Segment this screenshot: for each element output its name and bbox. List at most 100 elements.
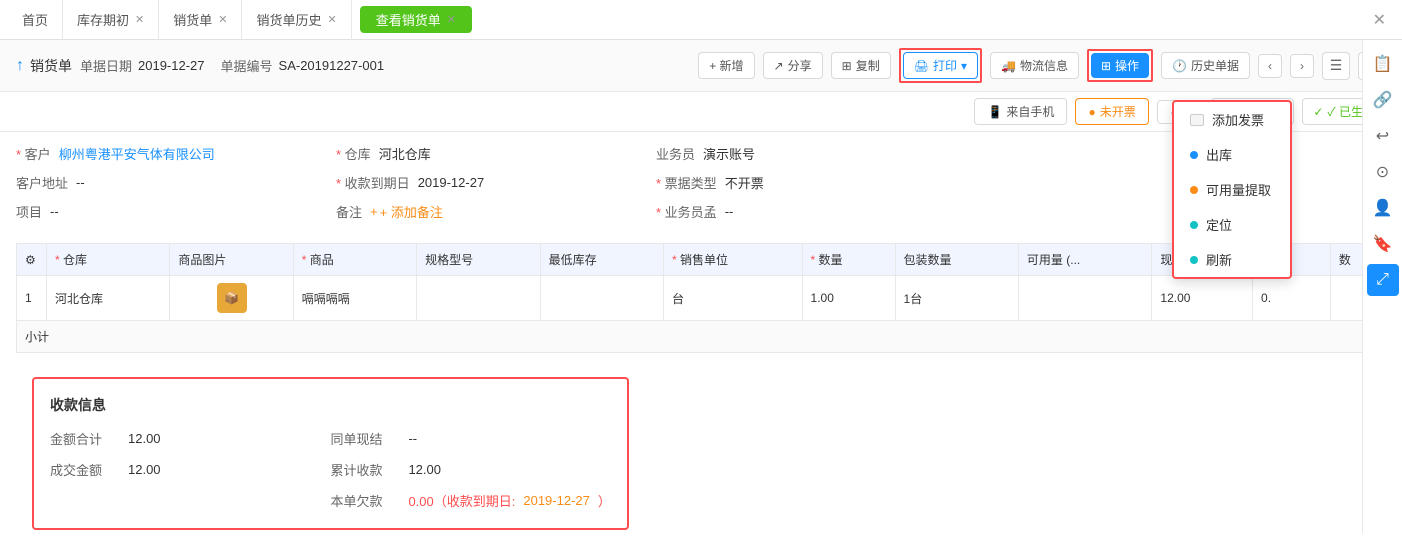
staff2-value: --: [725, 204, 734, 219]
doc-header: ↑ 销货单 单据日期 2019-12-27 单据编号 SA-20191227-0…: [0, 40, 1402, 92]
refresh-dot: [1190, 256, 1198, 264]
number-value: SA-20191227-001: [279, 58, 385, 73]
history-icon: 🕐: [1172, 59, 1187, 73]
grid-icon: ⊞: [1101, 59, 1111, 73]
row-price: 0.: [1253, 276, 1331, 321]
note-field: 备注 + + 添加备注: [336, 202, 616, 221]
print-highlight: 🖨 打印 ▾: [899, 48, 982, 83]
payment-title: 收款信息: [50, 395, 611, 415]
close-inventory-tab[interactable]: ✕: [135, 13, 144, 26]
date-label: 单据日期: [80, 56, 132, 75]
tab-sales[interactable]: 销货单 ✕: [159, 0, 242, 40]
ticket-value: 不开票: [725, 173, 764, 192]
col-available: 可用量 (...: [1018, 244, 1152, 276]
col-image: 商品图片: [170, 244, 293, 276]
tab-view-sales[interactable]: 查看销货单 ✕: [360, 6, 472, 33]
doc-meta: 单据日期 2019-12-27 单据编号 SA-20191227-001: [80, 56, 690, 75]
print-button[interactable]: 🖨 打印 ▾: [903, 52, 978, 79]
col-warehouse: * 仓库: [47, 244, 170, 276]
doc-date-field: 单据日期 2019-12-27: [80, 56, 205, 75]
locate-dot: [1190, 221, 1198, 229]
tab-inventory[interactable]: 库存期初 ✕: [63, 0, 159, 40]
customer-label: 客户: [16, 144, 51, 163]
payment-owed: 本单欠款 0.00（收款到期日: 2019-12-27）: [330, 489, 610, 512]
date-value: 2019-12-27: [138, 58, 205, 73]
payment-deal: 成交金额 12.00: [50, 458, 330, 481]
add-note-button[interactable]: + + 添加备注: [370, 202, 443, 221]
staff2-label: 业务员孟: [656, 202, 717, 221]
payment-total: 金额合计 12.00: [50, 427, 330, 450]
ticket-icon: ●: [1088, 105, 1095, 119]
row-stock: 12.00: [1152, 276, 1253, 321]
sidebar-return-icon[interactable]: ↩: [1367, 120, 1399, 152]
customer-field: 客户 柳州粤港平安气体有限公司: [16, 144, 296, 163]
from-phone-button[interactable]: 📱 来自手机: [974, 98, 1067, 125]
window-close-button[interactable]: ✕: [1365, 10, 1394, 30]
nav-next-button[interactable]: ›: [1290, 54, 1314, 78]
operations-dropdown: 添加发票 出库 可用量提取 定位 刷新: [1172, 100, 1292, 279]
print-dropdown-arrow: ▾: [961, 59, 967, 73]
tab-sales-history[interactable]: 销货单历史 ✕: [242, 0, 351, 40]
payment-grid: 金额合计 12.00 同单现结 -- 成交金额 12.00 累计收款 12.00: [50, 427, 611, 512]
doc-title-group: ↑ 销货单: [16, 56, 72, 76]
sales-order-icon: ↑: [16, 57, 24, 75]
col-product: * 商品: [293, 244, 416, 276]
close-history-tab[interactable]: ✕: [328, 13, 337, 26]
dropdown-locate[interactable]: 定位: [1174, 207, 1290, 242]
address-field: 客户地址 --: [16, 173, 296, 192]
row-quantity: 1.00: [802, 276, 895, 321]
row-image: 📦: [170, 276, 293, 321]
sidebar-expand-icon[interactable]: ⤢: [1367, 264, 1399, 296]
staff2-field: 业务员孟 --: [656, 202, 936, 221]
payment-section: 收款信息 金额合计 12.00 同单现结 -- 成交金额 12.00 累计收款 …: [0, 361, 1402, 546]
dropdown-add-invoice[interactable]: 添加发票: [1174, 102, 1290, 137]
copy-icon: ⊞: [842, 59, 852, 73]
operations-highlight: ⊞ 操作: [1087, 49, 1153, 82]
new-button[interactable]: + 新增: [698, 52, 754, 79]
owed-value: 0.00（收款到期日:: [408, 491, 515, 510]
sidebar-user-icon[interactable]: 👤: [1367, 192, 1399, 224]
tab-bar: 首页 库存期初 ✕ 销货单 ✕ 销货单历史 ✕ 查看销货单 ✕ ✕: [0, 0, 1402, 40]
row-warehouse: 河北仓库: [47, 276, 170, 321]
payment-empty: [50, 489, 330, 512]
sidebar-target-icon[interactable]: ⊙: [1367, 156, 1399, 188]
sidebar-tag-icon[interactable]: 🔖: [1367, 228, 1399, 260]
tab-home[interactable]: 首页: [8, 0, 63, 40]
close-sales-tab[interactable]: ✕: [218, 13, 227, 26]
sidebar-doc-icon[interactable]: 📋: [1367, 48, 1399, 80]
phone-icon: 📱: [987, 105, 1002, 119]
col-spec: 规格型号: [417, 244, 540, 276]
plus-icon: +: [370, 204, 378, 219]
share-button[interactable]: ↗ 分享: [763, 52, 823, 79]
copy-button[interactable]: ⊞ 复制: [831, 52, 891, 79]
nav-prev-button[interactable]: ‹: [1258, 54, 1282, 78]
col-pack-qty: 包装数量: [895, 244, 1018, 276]
row-num: 1: [17, 276, 47, 321]
row-unit: 台: [663, 276, 802, 321]
sidebar-link-icon[interactable]: 🔗: [1367, 84, 1399, 116]
invoice-icon: [1190, 114, 1204, 126]
ticket-label: 票据类型: [656, 173, 717, 192]
customer-value[interactable]: 柳州粤港平安气体有限公司: [59, 144, 215, 163]
logistics-button[interactable]: 🚚 物流信息: [990, 52, 1079, 79]
staff-value: 演示账号: [703, 144, 755, 163]
row-spec: [417, 276, 540, 321]
deal-label: 成交金额: [50, 460, 120, 479]
not-open-ticket-button[interactable]: ● 未开票: [1075, 98, 1148, 125]
col-quantity: * 数量: [802, 244, 895, 276]
row-pack-qty: 1台: [895, 276, 1018, 321]
project-value: --: [50, 204, 59, 219]
payment-received: 累计收款 12.00: [330, 458, 610, 481]
operations-button[interactable]: ⊞ 操作: [1091, 53, 1149, 78]
col-min-stock: 最低库存: [540, 244, 663, 276]
due-date-value: 2019-12-27: [418, 175, 485, 190]
dropdown-available-qty[interactable]: 可用量提取: [1174, 172, 1290, 207]
payment-same-settle: 同单现结 --: [330, 427, 610, 450]
close-view-sales-tab[interactable]: ✕: [447, 13, 456, 26]
history-button[interactable]: 🕐 历史单据: [1161, 52, 1250, 79]
number-label: 单据编号: [221, 56, 273, 75]
col-settings[interactable]: ⚙: [17, 244, 47, 276]
dropdown-refresh[interactable]: 刷新: [1174, 242, 1290, 277]
dropdown-outbound[interactable]: 出库: [1174, 137, 1290, 172]
list-view-button[interactable]: ☰: [1322, 52, 1350, 80]
